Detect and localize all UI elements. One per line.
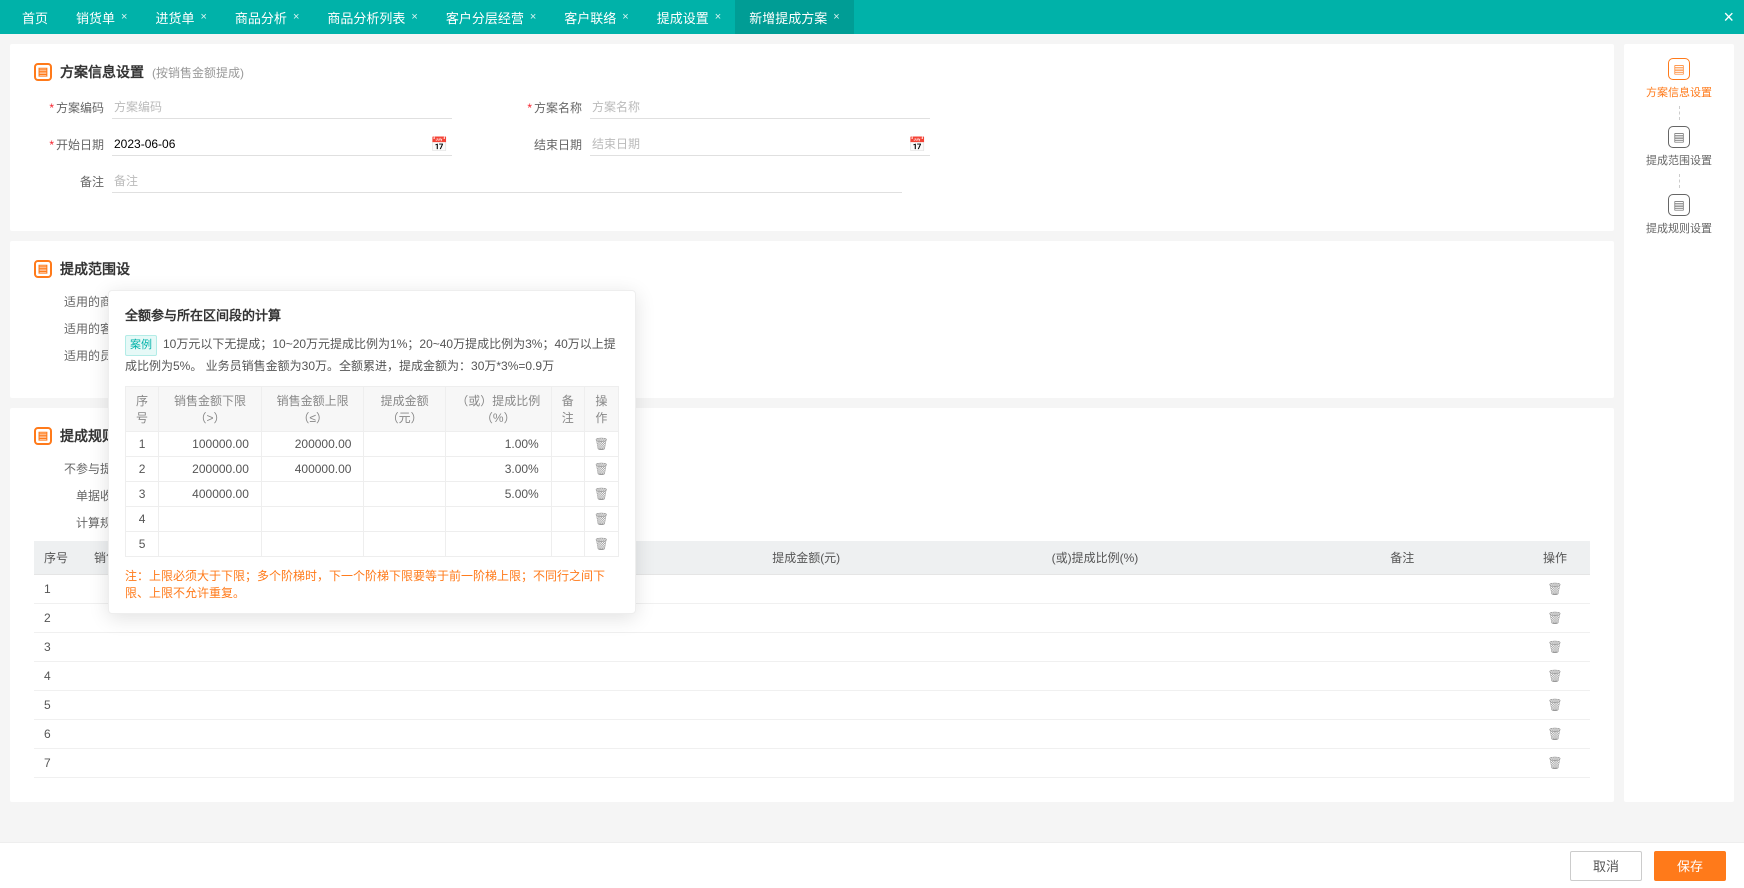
tab-进货单[interactable]: 进货单× bbox=[141, 0, 220, 34]
save-button[interactable]: 保存 bbox=[1654, 851, 1726, 881]
col-remark: 备注 bbox=[1380, 541, 1520, 575]
delete-icon[interactable]: 🗑 bbox=[1547, 669, 1562, 683]
example-table: 序号 销售金额下限（>） 销售金额上限（≤） 提成金额（元） （或）提成比例（%… bbox=[125, 386, 619, 557]
tab-新增提成方案[interactable]: 新增提成方案× bbox=[735, 0, 853, 34]
label-start-date: 开始日期 bbox=[56, 138, 104, 152]
anchor-icon: ▤ bbox=[1668, 58, 1690, 80]
close-icon[interactable]: × bbox=[200, 11, 206, 23]
section-icon: ▤ bbox=[34, 63, 52, 81]
close-all-tabs-icon[interactable]: × bbox=[1723, 0, 1734, 34]
plan-code-input[interactable] bbox=[112, 96, 452, 119]
table-row[interactable]: 6🗑 bbox=[34, 720, 1590, 749]
tab-bar: 首页销货单×进货单×商品分析×商品分析列表×客户分层经营×客户联络×提成设置×新… bbox=[0, 0, 1744, 34]
section-title: 方案信息设置 bbox=[60, 62, 144, 82]
plan-name-input[interactable] bbox=[590, 96, 930, 119]
example-badge: 案例 bbox=[125, 335, 157, 356]
close-icon[interactable]: × bbox=[833, 11, 839, 23]
tab-首页[interactable]: 首页 bbox=[8, 0, 62, 34]
tooltip-note: 注：上限必须大于下限；多个阶梯时，下一个阶梯下限要等于前一阶梯上限；不同行之间下… bbox=[125, 567, 619, 601]
section-icon: ▤ bbox=[34, 427, 52, 445]
section-icon: ▤ bbox=[34, 260, 52, 278]
close-icon[interactable]: × bbox=[411, 11, 417, 23]
close-icon[interactable]: × bbox=[530, 11, 536, 23]
label-plan-code: 方案编码 bbox=[56, 101, 104, 115]
start-date-input[interactable] bbox=[112, 133, 452, 156]
section-subtitle: (按销售金额提成) bbox=[152, 64, 244, 81]
tab-销货单[interactable]: 销货单× bbox=[62, 0, 141, 34]
rule-example-tooltip: 全额参与所在区间段的计算 案例10万元以下无提成；10~20万元提成比例为1%；… bbox=[108, 290, 636, 614]
delete-icon[interactable]: 🗑 bbox=[1547, 611, 1562, 625]
col-amount: 提成金额(元) bbox=[762, 541, 1041, 575]
tab-客户分层经营[interactable]: 客户分层经营× bbox=[432, 0, 550, 34]
anchor-rule[interactable]: ▤ 提成规则设置 bbox=[1646, 194, 1712, 236]
delete-icon[interactable]: 🗑 bbox=[594, 537, 609, 551]
label-remark: 备注 bbox=[80, 175, 104, 189]
section-anchor-nav: ▤ 方案信息设置 ▤ 提成范围设置 ▤ 提成规则设置 bbox=[1624, 44, 1734, 802]
table-row[interactable]: 3🗑 bbox=[34, 633, 1590, 662]
label-end-date: 结束日期 bbox=[534, 138, 582, 152]
delete-icon[interactable]: 🗑 bbox=[1547, 727, 1562, 741]
end-date-input[interactable] bbox=[590, 133, 930, 156]
table-row[interactable]: 5🗑 bbox=[34, 691, 1590, 720]
remark-input[interactable] bbox=[112, 170, 902, 193]
table-row[interactable]: 7🗑 bbox=[34, 749, 1590, 778]
tab-客户联络[interactable]: 客户联络× bbox=[550, 0, 642, 34]
delete-icon[interactable]: 🗑 bbox=[1547, 640, 1562, 654]
table-row: 3400000.005.00%🗑 bbox=[126, 482, 619, 507]
col-op: 操作 bbox=[1520, 541, 1590, 575]
delete-icon[interactable]: 🗑 bbox=[594, 462, 609, 476]
close-icon[interactable]: × bbox=[715, 11, 721, 23]
close-icon[interactable]: × bbox=[293, 11, 299, 23]
close-icon[interactable]: × bbox=[121, 11, 127, 23]
delete-icon[interactable]: 🗑 bbox=[594, 512, 609, 526]
table-row: 1100000.00200000.001.00%🗑 bbox=[126, 432, 619, 457]
col-percent: (或)提成比例(%) bbox=[1042, 541, 1381, 575]
table-row: 2200000.00400000.003.00%🗑 bbox=[126, 457, 619, 482]
table-row[interactable]: 4🗑 bbox=[34, 662, 1590, 691]
delete-icon[interactable]: 🗑 bbox=[1547, 582, 1562, 596]
anchor-scope[interactable]: ▤ 提成范围设置 bbox=[1646, 126, 1712, 168]
tooltip-title: 全额参与所在区间段的计算 bbox=[125, 305, 619, 324]
cancel-button[interactable]: 取消 bbox=[1570, 851, 1642, 881]
tab-提成设置[interactable]: 提成设置× bbox=[643, 0, 735, 34]
delete-icon[interactable]: 🗑 bbox=[594, 437, 609, 451]
col-seq: 序号 bbox=[34, 541, 84, 575]
anchor-icon: ▤ bbox=[1668, 194, 1690, 216]
tab-商品分析列表[interactable]: 商品分析列表× bbox=[313, 0, 431, 34]
tab-商品分析[interactable]: 商品分析× bbox=[221, 0, 313, 34]
delete-icon[interactable]: 🗑 bbox=[594, 487, 609, 501]
section-title: 提成范围设 bbox=[60, 259, 130, 279]
delete-icon[interactable]: 🗑 bbox=[1547, 698, 1562, 712]
section-plan-info: ▤ 方案信息设置 (按销售金额提成) *方案编码 *方案名称 *开始日期 bbox=[10, 44, 1614, 231]
close-icon[interactable]: × bbox=[622, 11, 628, 23]
table-row: 5🗑 bbox=[126, 532, 619, 557]
label-plan-name: 方案名称 bbox=[534, 101, 582, 115]
anchor-icon: ▤ bbox=[1668, 126, 1690, 148]
anchor-plan-info[interactable]: ▤ 方案信息设置 bbox=[1646, 58, 1712, 100]
delete-icon[interactable]: 🗑 bbox=[1547, 756, 1562, 770]
table-row: 4🗑 bbox=[126, 507, 619, 532]
tooltip-text: 10万元以下无提成；10~20万元提成比例为1%；20~40万提成比例为3%；4… bbox=[125, 337, 616, 373]
footer-actions: 取消 保存 bbox=[0, 842, 1744, 888]
